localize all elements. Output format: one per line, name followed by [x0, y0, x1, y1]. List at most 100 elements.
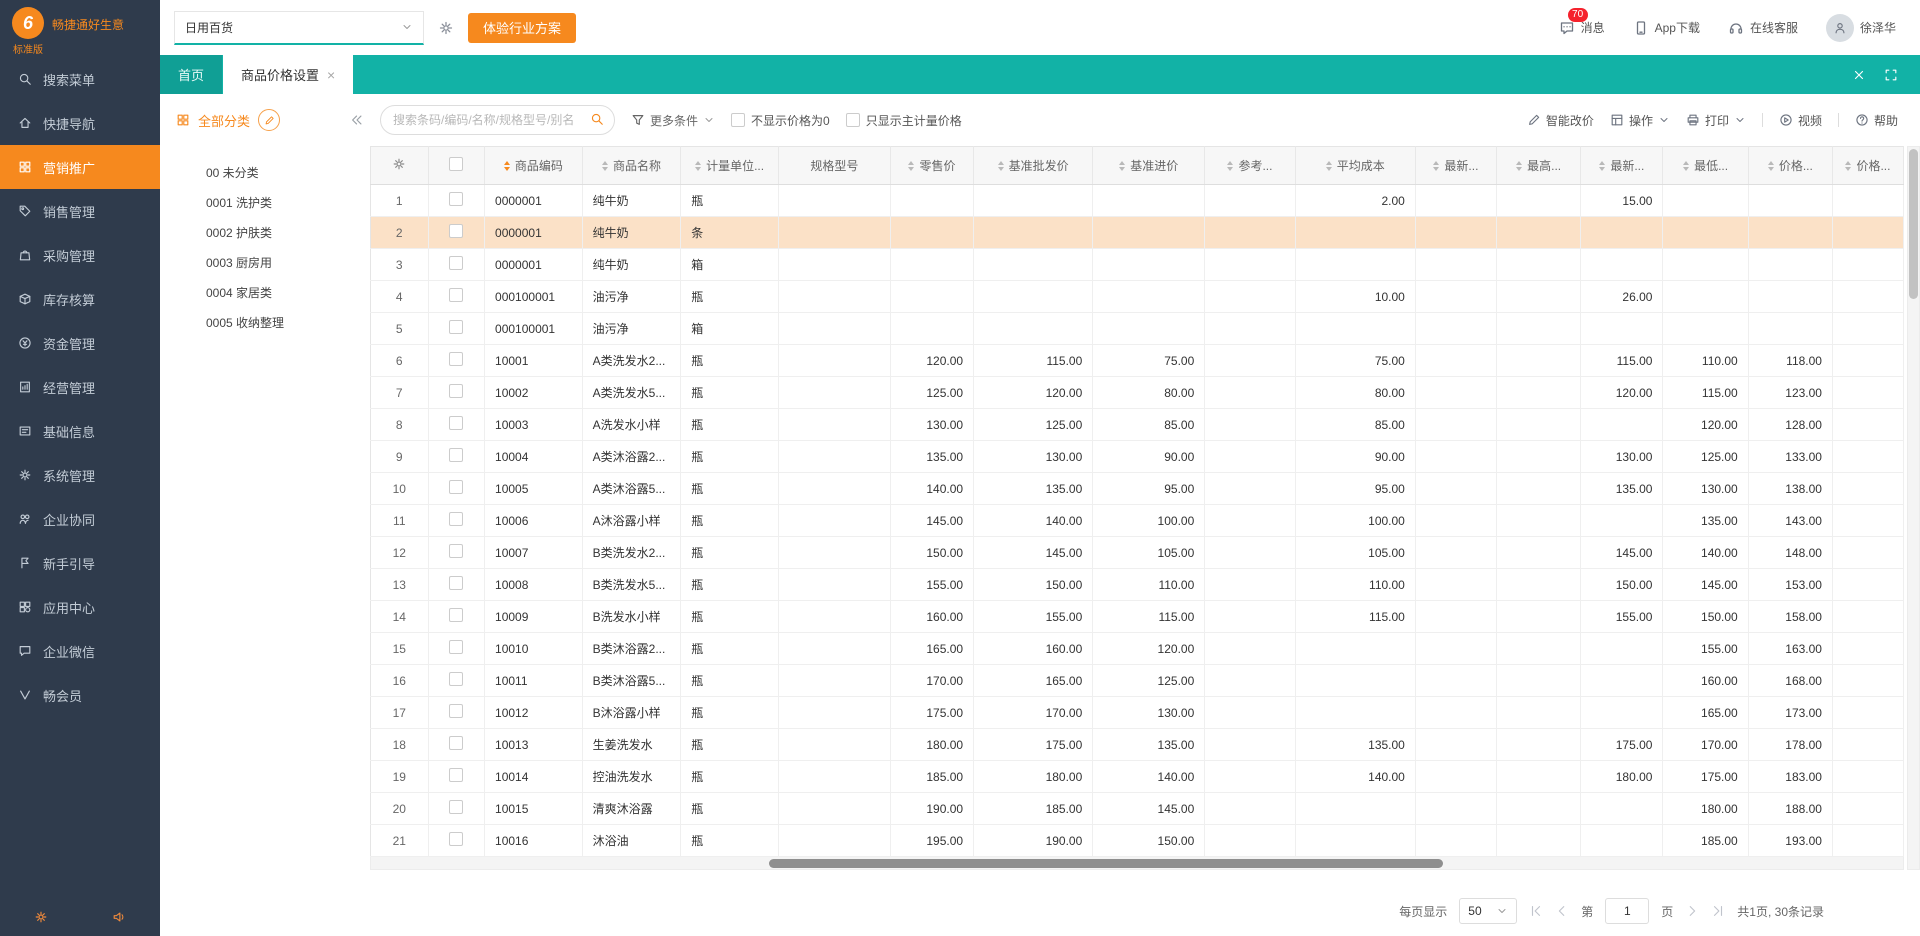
category-item[interactable]: 0003 厨房用 — [206, 248, 364, 278]
collapse-panel-button[interactable] — [350, 113, 364, 127]
vertical-scrollbar[interactable] — [1907, 146, 1920, 870]
column-header-latest_2[interactable]: 最新... — [1580, 146, 1664, 185]
app-download-button[interactable]: App下载 — [1633, 19, 1700, 36]
sort-icon[interactable] — [908, 160, 915, 171]
edit-categories-button[interactable] — [258, 109, 281, 131]
column-header-reference[interactable]: 参考... — [1204, 146, 1296, 185]
row-checkbox[interactable] — [449, 704, 464, 718]
prev-page-button[interactable] — [1555, 904, 1569, 918]
row-checkbox[interactable] — [449, 832, 464, 846]
table-row[interactable]: 19 10014 控油洗发水瓶 185.00 180.00 140.00 140.00 180… — [370, 760, 1905, 793]
tab-home[interactable]: 首页 — [160, 55, 223, 94]
search-icon[interactable] — [590, 112, 604, 126]
table-row[interactable]: 16 10011 B类沐浴露5... 瓶 170.00 165.00 125.00 160.0… — [370, 664, 1905, 697]
category-item[interactable]: 0002 护肤类 — [206, 218, 364, 248]
table-row[interactable]: 13 10008 B类洗发水5... 瓶 155.00 150.00 110.00 110.0… — [370, 568, 1905, 601]
row-checkbox[interactable] — [449, 480, 464, 494]
category-item[interactable]: 00 未分类 — [206, 158, 364, 188]
column-settings-header[interactable] — [370, 146, 429, 185]
row-checkbox[interactable] — [449, 416, 464, 430]
close-all-tabs-icon[interactable] — [1852, 68, 1866, 82]
sort-icon[interactable] — [1516, 160, 1523, 171]
sidebar-item-guide[interactable]: 新手引导 — [0, 541, 160, 585]
table-row[interactable]: 21 10016 沐浴油瓶 195.00 190.00 150.00 185.00 193.0… — [370, 824, 1905, 857]
next-page-button[interactable] — [1685, 904, 1699, 918]
row-checkbox[interactable] — [449, 384, 464, 398]
sort-icon[interactable] — [1599, 160, 1606, 171]
table-row[interactable]: 10 10005 A类沐浴露5... 瓶 140.00 135.00 95.00 95.00 1… — [370, 472, 1905, 505]
column-header-base_purchase_price[interactable]: 基准进价 — [1092, 146, 1206, 185]
sort-icon[interactable] — [1325, 160, 1332, 171]
sort-icon[interactable] — [695, 160, 702, 171]
sidebar-item-member[interactable]: 畅会员 — [0, 673, 160, 717]
table-row[interactable]: 1 0000001 纯牛奶瓶 2.00 15.00 — [370, 184, 1905, 217]
sort-icon[interactable] — [1767, 160, 1774, 171]
category-item[interactable]: 0004 家居类 — [206, 278, 364, 308]
messages-button[interactable]: 70 消息 — [1559, 8, 1605, 36]
row-checkbox[interactable] — [449, 320, 464, 334]
row-checkbox[interactable] — [449, 608, 464, 622]
sidebar-item-funds[interactable]: 资金管理 — [0, 321, 160, 365]
user-menu[interactable]: 徐泽华 — [1825, 13, 1896, 42]
column-header-code[interactable]: 商品编码 — [484, 146, 583, 185]
column-header-retail_price[interactable]: 零售价 — [890, 146, 975, 185]
column-header-price_2[interactable]: 价格... — [1832, 146, 1905, 185]
online-service-button[interactable]: 在线客服 — [1728, 19, 1798, 36]
help-button[interactable]: 帮助 — [1855, 112, 1898, 129]
fullscreen-icon[interactable] — [1884, 68, 1898, 82]
table-row[interactable]: 11 10006 A沐浴露小样瓶 145.00 140.00 100.00 100.00 13… — [370, 504, 1905, 537]
column-header-unit[interactable]: 计量单位... — [680, 146, 779, 185]
main-unit-only-checkbox[interactable]: 只显示主计量价格 — [845, 112, 962, 129]
sort-icon[interactable] — [1433, 160, 1440, 171]
row-checkbox[interactable] — [449, 288, 464, 302]
sort-icon[interactable] — [997, 160, 1004, 171]
row-checkbox[interactable] — [449, 224, 464, 238]
row-checkbox[interactable] — [449, 192, 464, 206]
horizontal-scrollbar[interactable] — [370, 857, 1904, 870]
last-page-button[interactable] — [1711, 904, 1725, 918]
table-row[interactable]: 18 10013 生姜洗发水瓶 180.00 175.00 135.00 135.00 175… — [370, 728, 1905, 761]
column-header-average_cost[interactable]: 平均成本 — [1295, 146, 1416, 185]
smart-reprice-button[interactable]: 智能改价 — [1527, 112, 1594, 129]
table-row[interactable]: 7 10002 A类洗发水5... 瓶 125.00 120.00 80.00 80.00 12… — [370, 376, 1905, 409]
column-header-highest[interactable]: 最高... — [1496, 146, 1582, 185]
sort-icon[interactable] — [601, 160, 608, 171]
row-checkbox[interactable] — [449, 576, 464, 590]
column-header-base_wholesale_price[interactable]: 基准批发价 — [973, 146, 1094, 185]
sidebar-item-app-center[interactable]: 应用中心 — [0, 585, 160, 629]
company-settings-gear-icon[interactable] — [438, 20, 454, 36]
row-checkbox[interactable] — [449, 448, 464, 462]
sidebar-item-search-menu[interactable]: 搜索菜单 — [0, 57, 160, 101]
column-header-spec[interactable]: 规格型号 — [778, 146, 891, 185]
per-page-select[interactable]: 50 — [1459, 898, 1518, 924]
sidebar-item-system[interactable]: 系统管理 — [0, 453, 160, 497]
category-item[interactable]: 0001 洗护类 — [206, 188, 364, 218]
close-tab-icon[interactable]: × — [327, 68, 335, 82]
table-row[interactable]: 12 10007 B类洗发水2... 瓶 150.00 145.00 105.00 105.0… — [370, 536, 1905, 569]
row-checkbox[interactable] — [449, 800, 464, 814]
table-row[interactable]: 5 000100001 油污净箱 — [370, 312, 1905, 345]
row-checkbox[interactable] — [449, 544, 464, 558]
settings-gear-icon[interactable] — [34, 910, 48, 924]
sidebar-item-business[interactable]: 经营管理 — [0, 365, 160, 409]
first-page-button[interactable] — [1529, 904, 1543, 918]
row-checkbox[interactable] — [449, 512, 464, 526]
column-header-price_1[interactable]: 价格... — [1748, 146, 1833, 185]
table-row[interactable]: 20 10015 清爽沐浴露瓶 190.00 185.00 145.00 180.00 188… — [370, 792, 1905, 825]
print-button[interactable]: 打印 — [1686, 112, 1746, 129]
table-row[interactable]: 2 0000001 纯牛奶条 — [370, 216, 1905, 249]
sort-icon[interactable] — [1119, 160, 1126, 171]
table-row[interactable]: 15 10010 B类沐浴露2... 瓶 165.00 160.00 120.00 155.0… — [370, 632, 1905, 665]
sidebar-item-marketing[interactable]: 营销推广 — [0, 145, 160, 189]
category-item[interactable]: 0005 收纳整理 — [206, 308, 364, 338]
table-row[interactable]: 14 10009 B洗发水小样瓶 160.00 155.00 115.00 115.00 15… — [370, 600, 1905, 633]
table-row[interactable]: 4 000100001 油污净瓶 10.00 26.00 — [370, 280, 1905, 313]
row-checkbox[interactable] — [449, 352, 464, 366]
table-row[interactable]: 3 0000001 纯牛奶箱 — [370, 248, 1905, 281]
vertical-scrollbar-thumb[interactable] — [1909, 149, 1918, 299]
operations-button[interactable]: 操作 — [1610, 112, 1670, 129]
video-button[interactable]: 视频 — [1779, 112, 1822, 129]
row-checkbox[interactable] — [449, 256, 464, 270]
more-filters-button[interactable]: 更多条件 — [631, 112, 715, 129]
sidebar-item-purchase[interactable]: 采购管理 — [0, 233, 160, 277]
